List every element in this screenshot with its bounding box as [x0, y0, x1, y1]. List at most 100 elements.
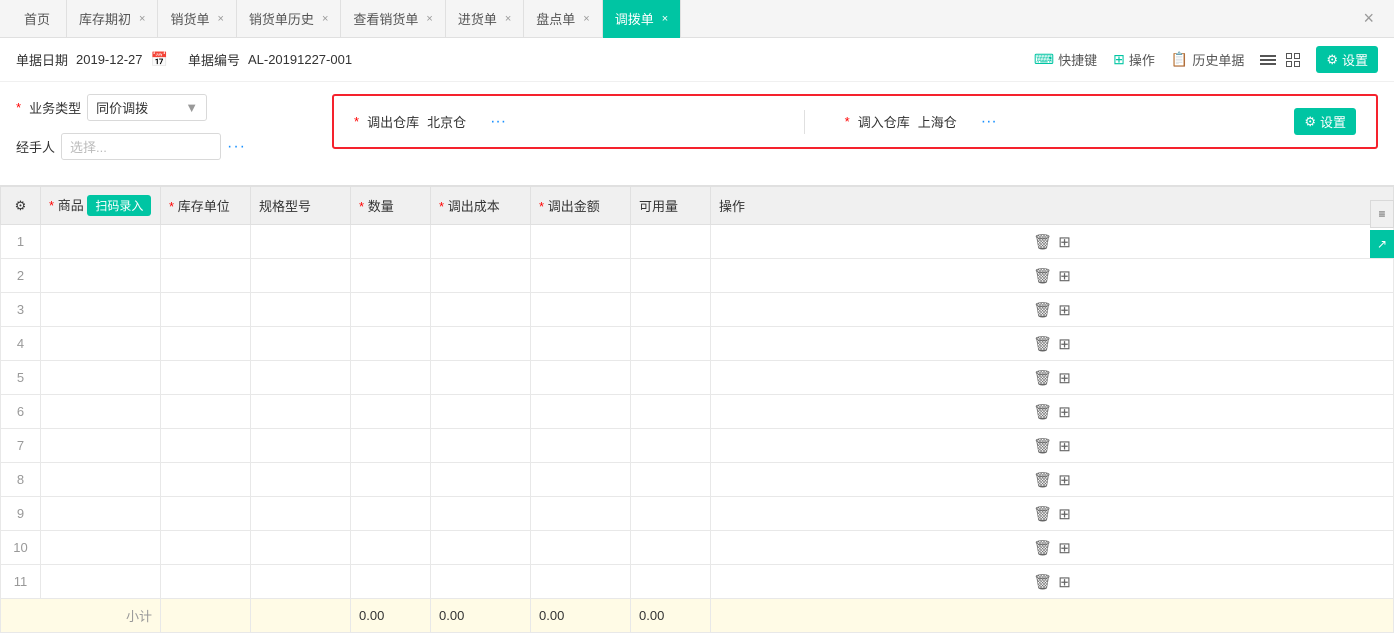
delete-icon-9[interactable]: 🗑 — [1033, 505, 1052, 523]
delete-icon-4[interactable]: 🗑 — [1033, 335, 1052, 353]
tab-transfer-order[interactable]: 调拨单 × — [603, 0, 681, 38]
delete-icon-2[interactable]: 🗑 — [1033, 267, 1052, 285]
close-tab-purchase-order[interactable]: × — [505, 13, 511, 25]
spec-cell-4[interactable] — [251, 327, 351, 361]
tab-view-sales[interactable]: 查看销货单 × — [341, 0, 445, 38]
spec-cell-2[interactable] — [251, 259, 351, 293]
close-window-button[interactable]: × — [1351, 8, 1386, 29]
quantity-cell-3[interactable] — [351, 293, 431, 327]
agent-select[interactable]: 选择... — [61, 133, 221, 160]
amount-cell-5[interactable] — [531, 361, 631, 395]
delete-icon-6[interactable]: 🗑 — [1033, 403, 1052, 421]
history-button[interactable]: 📋 历史单据 — [1171, 50, 1244, 69]
cost-cell-4[interactable] — [431, 327, 531, 361]
quantity-cell-4[interactable] — [351, 327, 431, 361]
available-cell-3[interactable] — [631, 293, 711, 327]
delete-icon-5[interactable]: 🗑 — [1033, 369, 1052, 387]
scan-button[interactable]: 扫码录入 — [87, 195, 151, 216]
available-cell-7[interactable] — [631, 429, 711, 463]
amount-cell-4[interactable] — [531, 327, 631, 361]
spec-cell-7[interactable] — [251, 429, 351, 463]
copy-icon-6[interactable]: ⊞ — [1058, 403, 1071, 421]
product-cell-8[interactable] — [41, 463, 161, 497]
amount-cell-1[interactable] — [531, 225, 631, 259]
agent-more-icon[interactable]: ··· — [227, 138, 246, 156]
quantity-cell-11[interactable] — [351, 565, 431, 599]
quantity-cell-5[interactable] — [351, 361, 431, 395]
unit-cell-8[interactable] — [161, 463, 251, 497]
copy-icon-8[interactable]: ⊞ — [1058, 471, 1071, 489]
copy-icon-10[interactable]: ⊞ — [1058, 539, 1071, 557]
close-tab-sales-history[interactable]: × — [322, 13, 328, 25]
amount-cell-9[interactable] — [531, 497, 631, 531]
calendar-icon[interactable]: 📅 — [151, 51, 168, 68]
product-cell-10[interactable] — [41, 531, 161, 565]
delete-icon-3[interactable]: 🗑 — [1033, 301, 1052, 319]
quantity-cell-6[interactable] — [351, 395, 431, 429]
tab-purchase-order[interactable]: 进货单 × — [446, 0, 524, 38]
available-cell-8[interactable] — [631, 463, 711, 497]
close-tab-view-sales[interactable]: × — [426, 13, 432, 25]
spec-cell-11[interactable] — [251, 565, 351, 599]
product-cell-1[interactable] — [41, 225, 161, 259]
spec-cell-5[interactable] — [251, 361, 351, 395]
tab-inventory-init[interactable]: 库存期初 × — [67, 0, 158, 38]
product-cell-2[interactable] — [41, 259, 161, 293]
cost-cell-7[interactable] — [431, 429, 531, 463]
cost-cell-3[interactable] — [431, 293, 531, 327]
tab-sales-order[interactable]: 销货单 × — [158, 0, 236, 38]
cost-cell-2[interactable] — [431, 259, 531, 293]
tab-inventory-check[interactable]: 盘点单 × — [524, 0, 602, 38]
close-tab-inventory-init[interactable]: × — [139, 13, 145, 25]
amount-cell-8[interactable] — [531, 463, 631, 497]
amount-cell-10[interactable] — [531, 531, 631, 565]
gear-column-header[interactable]: ⚙ — [1, 187, 41, 225]
available-cell-2[interactable] — [631, 259, 711, 293]
unit-cell-6[interactable] — [161, 395, 251, 429]
cost-cell-10[interactable] — [431, 531, 531, 565]
available-cell-5[interactable] — [631, 361, 711, 395]
quantity-cell-10[interactable] — [351, 531, 431, 565]
warehouse-out-more-icon[interactable]: ··· — [490, 113, 506, 131]
warehouse-settings-button[interactable]: ⚙ 设置 — [1294, 108, 1356, 135]
copy-icon-3[interactable]: ⊞ — [1058, 301, 1071, 319]
amount-cell-2[interactable] — [531, 259, 631, 293]
unit-cell-3[interactable] — [161, 293, 251, 327]
copy-icon-2[interactable]: ⊞ — [1058, 267, 1071, 285]
amount-cell-11[interactable] — [531, 565, 631, 599]
spec-cell-9[interactable] — [251, 497, 351, 531]
product-cell-7[interactable] — [41, 429, 161, 463]
business-type-select[interactable]: 同价调拨 ▼ — [87, 94, 207, 121]
copy-icon-1[interactable]: ⊞ — [1058, 233, 1071, 251]
list-view-toggle[interactable] — [1260, 55, 1276, 65]
unit-cell-7[interactable] — [161, 429, 251, 463]
available-cell-1[interactable] — [631, 225, 711, 259]
cost-cell-8[interactable] — [431, 463, 531, 497]
product-cell-6[interactable] — [41, 395, 161, 429]
quantity-cell-9[interactable] — [351, 497, 431, 531]
spec-cell-6[interactable] — [251, 395, 351, 429]
cost-cell-11[interactable] — [431, 565, 531, 599]
float-list-button[interactable]: ≡ — [1370, 200, 1394, 228]
shortcuts-button[interactable]: ⌨ 快捷键 — [1034, 50, 1097, 69]
product-cell-4[interactable] — [41, 327, 161, 361]
delete-icon-7[interactable]: 🗑 — [1033, 437, 1052, 455]
cost-cell-5[interactable] — [431, 361, 531, 395]
quantity-cell-1[interactable] — [351, 225, 431, 259]
spec-cell-8[interactable] — [251, 463, 351, 497]
unit-cell-10[interactable] — [161, 531, 251, 565]
product-cell-9[interactable] — [41, 497, 161, 531]
cost-cell-6[interactable] — [431, 395, 531, 429]
spec-cell-1[interactable] — [251, 225, 351, 259]
delete-icon-10[interactable]: 🗑 — [1033, 539, 1052, 557]
delete-icon-11[interactable]: 🗑 — [1033, 573, 1052, 591]
available-cell-10[interactable] — [631, 531, 711, 565]
available-cell-11[interactable] — [631, 565, 711, 599]
unit-cell-4[interactable] — [161, 327, 251, 361]
copy-icon-5[interactable]: ⊞ — [1058, 369, 1071, 387]
quantity-cell-7[interactable] — [351, 429, 431, 463]
unit-cell-2[interactable] — [161, 259, 251, 293]
copy-icon-4[interactable]: ⊞ — [1058, 335, 1071, 353]
available-cell-6[interactable] — [631, 395, 711, 429]
unit-cell-9[interactable] — [161, 497, 251, 531]
